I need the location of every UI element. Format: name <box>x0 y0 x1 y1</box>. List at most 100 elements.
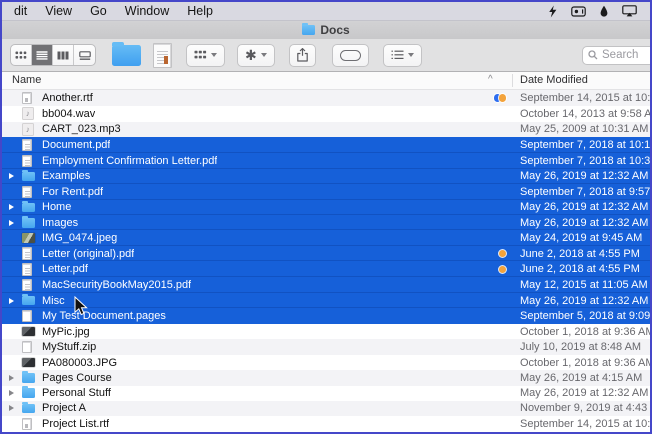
menu-view[interactable]: View <box>36 4 81 18</box>
date-modified: October 14, 2013 at 9:58 AM <box>520 107 652 120</box>
column-divider[interactable] <box>512 74 513 87</box>
date-modified: July 10, 2019 at 8:48 AM <box>520 341 642 354</box>
disclosure-triangle-icon[interactable] <box>9 405 14 412</box>
table-row[interactable]: Letter.pdf June 2, 2018 at 4:55 PM <box>2 261 650 278</box>
table-row[interactable]: Employment Confirmation Letter.pdf Septem… <box>2 153 650 169</box>
table-row[interactable]: MyPic.jpg October 1, 2018 at 9:36 AM <box>2 323 652 340</box>
tag-orange-dot <box>498 265 506 274</box>
file-name: MacSecurityBookMay2015.pdf <box>42 279 192 292</box>
table-row[interactable]: Project List.rtf September 14, 2015 at 10… <box>2 416 650 432</box>
dragged-folder-icon[interactable] <box>112 41 141 66</box>
date-modified: October 1, 2018 at 9:36 AM <box>520 356 652 369</box>
share-icon <box>296 48 308 62</box>
audio-file-icon: ♪ <box>22 107 34 120</box>
column-date-modified[interactable]: Date Modified <box>520 74 588 86</box>
table-row[interactable]: Personal Stuff May 26, 2019 at 12:32 AM <box>2 385 650 401</box>
table-row[interactable]: MacSecurityBookMay2015.pdf May 12, 2015 a… <box>2 277 650 293</box>
document-file-icon <box>22 340 32 354</box>
disclosure-slot[interactable] <box>9 297 22 304</box>
airplay-display-icon[interactable] <box>622 5 637 17</box>
group-by-button[interactable] <box>186 43 225 67</box>
search-icon <box>588 50 598 60</box>
file-icon-slot <box>22 154 36 168</box>
disclosure-triangle-icon[interactable] <box>9 390 14 397</box>
disclosure-triangle-icon[interactable] <box>9 297 14 304</box>
action-gear-button[interactable]: ✱ <box>237 43 275 67</box>
tag-orange-dot <box>498 249 506 258</box>
search-input[interactable]: Search <box>582 45 650 65</box>
table-row[interactable]: Pages Course May 26, 2019 at 4:15 AM <box>2 370 650 386</box>
flash-icon[interactable] <box>547 5 558 18</box>
screen-record-icon[interactable] <box>571 5 586 17</box>
document-file-icon <box>22 309 32 323</box>
share-button[interactable] <box>288 43 316 67</box>
file-name: Project A <box>42 402 87 415</box>
disclosure-slot[interactable] <box>9 173 22 180</box>
file-name: CART_023.mp3 <box>42 123 121 136</box>
table-row[interactable]: My Test Document.pages September 5, 2018 … <box>2 308 650 324</box>
pdf-file-icon <box>22 138 32 152</box>
image-thumbnail-icon <box>22 233 35 243</box>
date-modified: September 7, 2018 at 9:57 AM <box>520 185 651 198</box>
disclosure-slot[interactable] <box>9 405 22 412</box>
table-row[interactable]: ♪ bb004.wav October 14, 2013 at 9:58 AM <box>2 105 652 122</box>
table-row[interactable]: ♪ CART_023.mp3 May 25, 2009 at 10:31 AM <box>2 121 650 138</box>
tags-button[interactable] <box>331 43 369 67</box>
menu-edit[interactable]: dit <box>5 4 36 18</box>
tag-orange-dot <box>498 94 506 102</box>
table-row[interactable]: Another.rtf September 14, 2015 at 10:23 A… <box>2 90 650 106</box>
coverflow-view-button[interactable] <box>74 45 95 65</box>
file-name: Pages Course <box>42 371 112 384</box>
table-row[interactable]: Letter (original).pdf June 2, 2018 at 4:5… <box>2 245 650 262</box>
dragged-document-icon[interactable] <box>153 42 172 68</box>
column-name[interactable]: Name <box>12 74 41 86</box>
disclosure-triangle-icon[interactable] <box>9 219 14 226</box>
file-icon-slot: ♪ <box>22 107 36 120</box>
column-view-button[interactable] <box>53 45 74 65</box>
droplet-icon[interactable] <box>599 5 609 18</box>
date-modified: October 1, 2018 at 9:36 AM <box>520 325 652 338</box>
file-icon-slot <box>22 326 36 337</box>
icon-view-button[interactable] <box>11 45 32 65</box>
disclosure-triangle-icon[interactable] <box>9 204 14 211</box>
file-icon-slot <box>22 91 36 105</box>
window-title-bar[interactable]: Docs <box>2 21 650 39</box>
table-row[interactable]: Misc May 26, 2019 at 12:32 AM <box>2 292 650 309</box>
disclosure-triangle-icon[interactable] <box>9 173 14 180</box>
menu-go[interactable]: Go <box>81 4 116 18</box>
table-row[interactable]: Images May 26, 2019 at 12:32 AM <box>2 215 650 231</box>
list-column-header: Name ^ Date Modified <box>2 72 650 90</box>
list-view-button[interactable] <box>32 45 53 65</box>
tag-dots <box>480 249 506 258</box>
folder-icon <box>22 216 35 228</box>
file-icon-slot: ♪ <box>22 123 36 136</box>
file-icon-slot <box>22 200 36 213</box>
table-row[interactable]: IMG_0474.jpeg May 24, 2019 at 9:45 AM <box>2 230 650 246</box>
table-row[interactable]: Project A November 9, 2019 at 4:43 PM <box>2 400 650 417</box>
item-arrange-button[interactable] <box>382 43 422 67</box>
file-icon-slot <box>22 263 36 276</box>
menu-help[interactable]: Help <box>178 4 222 18</box>
disclosure-slot[interactable] <box>9 219 22 226</box>
rtf-file-icon <box>22 91 32 105</box>
table-row[interactable]: Home May 26, 2019 at 12:32 AM <box>2 199 650 216</box>
file-icon-slot <box>22 138 36 152</box>
folder-icon <box>22 293 35 306</box>
file-name: Misc <box>42 294 65 307</box>
finder-window: dit View Go Window Help Docs ✱ Search Na… <box>0 0 652 434</box>
window-title: Docs <box>320 23 350 37</box>
disclosure-slot[interactable] <box>9 390 22 397</box>
table-row[interactable]: Examples May 26, 2019 at 12:32 AM <box>2 168 650 185</box>
table-row[interactable]: MyStuff.zip July 10, 2019 at 8:48 AM <box>2 339 650 356</box>
disclosure-triangle-icon[interactable] <box>9 374 14 381</box>
table-row[interactable]: For Rent.pdf September 7, 2018 at 9:57 AM <box>2 184 650 200</box>
file-name: Examples <box>42 170 91 183</box>
table-row[interactable]: Document.pdf September 7, 2018 at 10:14 A… <box>2 137 650 154</box>
date-modified: September 14, 2015 at 10:23 AM <box>520 417 651 430</box>
file-icon-slot <box>22 278 36 292</box>
date-modified: May 26, 2019 at 12:32 AM <box>520 201 649 214</box>
table-row[interactable]: PA080003.JPG October 1, 2018 at 9:36 AM <box>2 355 652 371</box>
disclosure-slot[interactable] <box>9 204 22 211</box>
disclosure-slot[interactable] <box>9 374 22 381</box>
menu-window[interactable]: Window <box>116 4 178 18</box>
